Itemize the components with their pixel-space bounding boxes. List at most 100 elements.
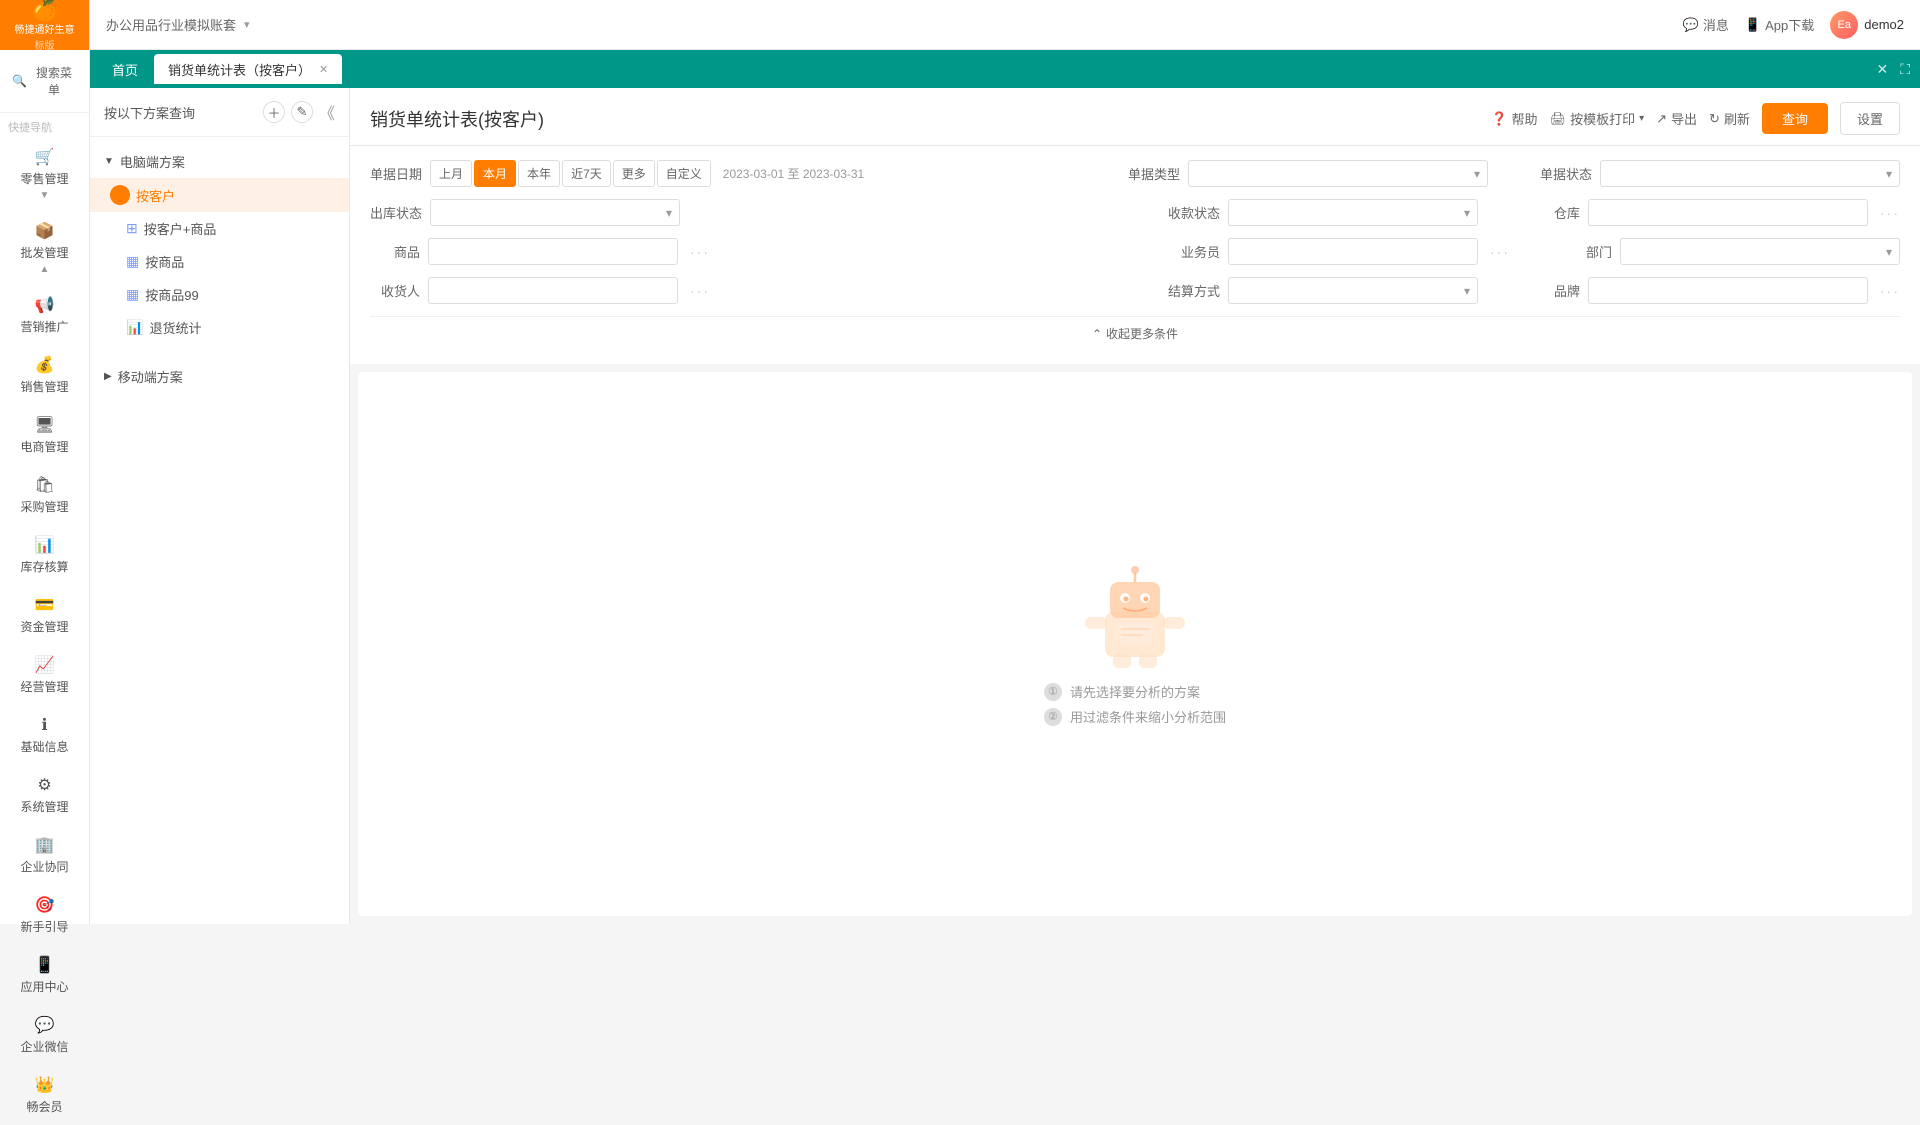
message-label: 消息 [1703,15,1729,34]
tab-close-icon[interactable]: ✕ [319,63,328,76]
order-status-select[interactable] [1600,160,1900,187]
sidebar-item-enterprise[interactable]: 🏢 企业协同 [0,825,89,885]
tree-item-by-product-99[interactable]: ▦ 按商品99 [90,278,349,311]
date-btn-more[interactable]: 更多 [613,160,655,187]
tree-item-by-customer-product[interactable]: ⊞ 按客户+商品 [90,212,349,245]
sidebar-item-system[interactable]: ⚙ 系统管理 [0,765,89,825]
sidebar-item-ecommerce[interactable]: 🖥 电商管理 [0,405,89,465]
user-avatar: Ea [1830,11,1858,39]
query-button[interactable]: 查询 [1762,103,1828,134]
zero-retail-icon: 🛒 [35,147,55,167]
sidebar-item-operation[interactable]: 📈 经营管理 [0,645,89,705]
search-menu-button[interactable]: 🔍 搜索菜单 [8,60,81,102]
scheme-grid-icon: ⊞ [126,220,138,237]
order-type-select-wrapper [1188,160,1488,187]
edit-scheme-button[interactable]: ✎ [291,101,313,123]
tree-item-label: 按商品 [145,252,184,271]
template-print-link[interactable]: 🖨 按模板打印 ▾ [1550,109,1645,128]
sidebar-item-wechat[interactable]: 💬 企业微信 [0,1005,89,1065]
wechat-icon: 💬 [35,1015,55,1035]
sidebar-item-marketing[interactable]: 📢 营销推广 [0,285,89,345]
app-download-button[interactable]: 📱 App下载 [1745,15,1814,34]
date-label: 单据日期 [370,164,422,183]
salesperson-label: 业务员 [1170,242,1220,261]
warehouse-input[interactable] [1588,199,1868,226]
salesperson-input[interactable] [1228,238,1478,265]
brand-input[interactable] [1588,277,1868,304]
wholesale-icon: 📦 [35,221,55,241]
sidebar-item-purchase[interactable]: 🛍 采购管理 [0,465,89,525]
app-logo[interactable]: 🍊 畅捷通好生意 标版 [0,0,89,50]
user-profile[interactable]: Ea demo2 [1830,11,1904,39]
help-icon: ❓ [1491,111,1507,127]
tree-item-label: 按商品99 [145,285,198,304]
collapse-panel-button[interactable]: 《 [319,100,335,124]
export-link[interactable]: ↗ 导出 [1656,109,1697,128]
add-scheme-button[interactable]: ＋ [263,101,285,123]
purchase-icon: 🛍 [34,475,54,495]
window-close-button[interactable]: ✕ [1874,59,1890,80]
sidebar-item-label: 畅会员 [26,1098,62,1115]
tab-bar: 首页 销货单统计表（按客户） ✕ ✕ ⛶ [90,50,1920,88]
tab-home[interactable]: 首页 [98,54,152,84]
sidebar-item-finance[interactable]: 💳 资金管理 [0,585,89,645]
tree-item-return-stat[interactable]: 📊 退货统计 [90,311,349,344]
tree-item-by-product[interactable]: ▦ 按商品 [90,245,349,278]
search-icon: 🔍 [12,74,27,88]
filter-row-4: 收货人 ··· 结算方式 [370,277,1900,304]
message-button[interactable]: 💬 消息 [1683,15,1729,34]
date-btn-current-month[interactable]: 本月 [474,160,516,187]
sidebar-item-zero-retail[interactable]: 🛒 零售管理 ▼ [0,137,89,211]
filter-department: 部门 [1562,238,1900,265]
sidebar-item-app-center[interactable]: 📱 应用中心 [0,945,89,1005]
date-btn-last-month[interactable]: 上月 [430,160,472,187]
payment-status-label: 收款状态 [1168,203,1220,222]
sidebar-item-newbie[interactable]: 🎯 新手引导 [0,885,89,945]
sidebar-item-wholesale[interactable]: 📦 批发管理 ▲ [0,211,89,285]
warehouse-dots-button[interactable]: ··· [1880,205,1900,221]
operation-icon: 📈 [35,655,55,675]
settings-button[interactable]: 设置 [1840,102,1900,135]
payment-status-select[interactable] [1228,199,1478,226]
refresh-link[interactable]: ↻ 刷新 [1709,109,1750,128]
help-link[interactable]: ❓ 帮助 [1491,109,1537,128]
date-range-buttons: 上月 本月 本年 近7天 更多 自定义 [430,160,711,187]
order-type-select[interactable] [1188,160,1488,187]
receiver-input[interactable] [428,277,678,304]
tab-sales-stat[interactable]: 销货单统计表（按客户） ✕ [154,54,342,84]
sidebar-item-membership[interactable]: 👑 畅会员 [0,1065,89,1125]
collapse-more-button[interactable]: ⌃ 收起更多条件 [370,316,1900,350]
brand-dots-button[interactable]: ··· [1880,283,1900,299]
sidebar-item-sales-mgmt[interactable]: 💰 销售管理 [0,345,89,405]
tree-item-by-customer[interactable]: 按客户 [90,178,349,212]
date-btn-current-year[interactable]: 本年 [518,160,560,187]
refresh-icon: ↻ [1709,111,1720,127]
order-status-select-wrapper [1600,160,1900,187]
receiver-dots-button[interactable]: ··· [690,283,710,299]
tree-mobile-section: ▶ 移动端方案 [90,352,349,401]
product-input[interactable] [428,238,678,265]
date-btn-custom[interactable]: 自定义 [657,160,711,187]
tree-desktop-header[interactable]: ▼ 电脑端方案 [90,145,349,178]
salesperson-dots-button[interactable]: ··· [1490,244,1510,260]
window-maximize-button[interactable]: ⛶ [1898,59,1912,80]
date-range-text: 2023-03-01 至 2023-03-31 [723,165,864,182]
product-dots-button[interactable]: ··· [690,244,710,260]
department-select[interactable] [1620,238,1900,265]
sidebar-item-inventory[interactable]: 📊 库存核算 [0,525,89,585]
tip-num-2: ② [1044,708,1062,726]
out-status-select[interactable] [430,199,680,226]
logo-icon: 🍊 [32,0,57,23]
sidebar-item-label: 应用中心 [20,978,68,995]
department-select-wrapper [1620,238,1900,265]
sidebar-item-label: 基础信息 [20,738,68,755]
tab-sales-stat-label: 销货单统计表（按客户） [168,60,311,79]
empty-tips: ① 请先选择要分析的方案 ② 用过滤条件来缩小分析范围 [1044,682,1226,726]
tree-mobile-header[interactable]: ▶ 移动端方案 [90,360,349,393]
sidebar-item-basic[interactable]: ℹ 基础信息 [0,705,89,765]
payment-method-select[interactable] [1228,277,1478,304]
newbie-icon: 🎯 [35,895,55,915]
active-scheme-badge [110,185,130,205]
message-icon: 💬 [1683,17,1699,33]
date-btn-last-7-days[interactable]: 近7天 [562,160,611,187]
